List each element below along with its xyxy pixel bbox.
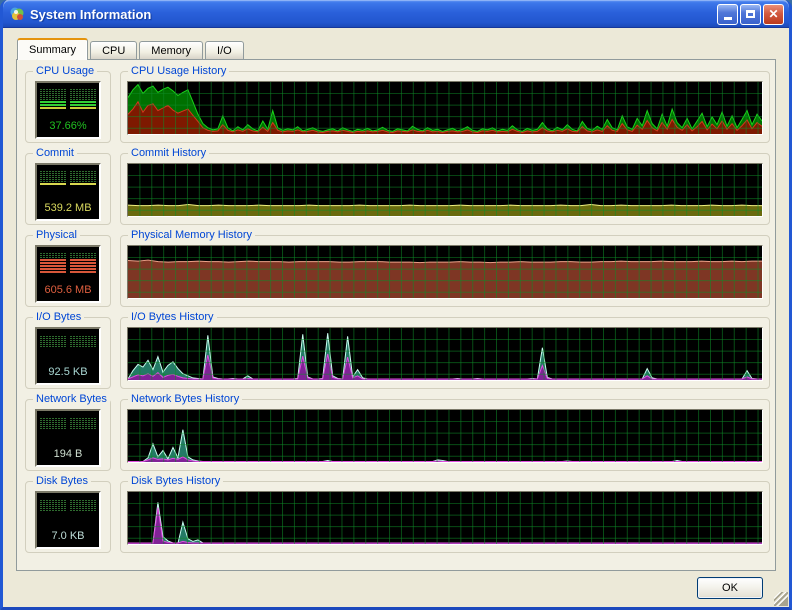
disk-bytes-label: Disk Bytes <box>33 475 91 487</box>
tab-cpu[interactable]: CPU <box>90 41 138 59</box>
commit-meter <box>40 171 96 191</box>
commit-history-label: Commit History <box>128 147 210 159</box>
io-bytes-meter <box>40 335 96 353</box>
commit-gauge: 539.2 MB <box>35 163 101 221</box>
network-history-label: Network Bytes History <box>128 393 243 405</box>
commit-row: Commit 539.2 MB Commit History <box>25 147 770 225</box>
physical-history-label: Physical Memory History <box>128 229 256 241</box>
tab-io[interactable]: I/O <box>205 41 244 59</box>
physical-groupbox: Physical 605.6 MB <box>25 229 111 307</box>
minimize-icon <box>723 16 732 20</box>
physical-value: 605.6 MB <box>44 284 92 296</box>
cpu-history-label: CPU Usage History <box>128 65 230 77</box>
cpu-usage-value: 37.66% <box>49 120 87 132</box>
close-button[interactable]: ✕ <box>763 3 784 25</box>
network-bytes-history-graph <box>127 409 763 463</box>
commit-label: Commit <box>33 147 77 159</box>
io-bytes-label: I/O Bytes <box>33 311 85 323</box>
maximize-icon <box>746 10 755 18</box>
minimize-button[interactable] <box>717 3 738 25</box>
network-history-groupbox: Network Bytes History <box>120 393 770 471</box>
physical-label: Physical <box>33 229 80 241</box>
summary-tab-page: CPU Usage 37.66% CPU Usage History Commi… <box>16 59 776 571</box>
title-bar[interactable]: System Information ✕ <box>3 0 789 28</box>
network-bytes-value: 194 B <box>53 448 83 460</box>
disk-history-groupbox: Disk Bytes History <box>120 475 770 553</box>
window-title: System Information <box>30 6 152 22</box>
physical-memory-history-graph <box>127 245 763 299</box>
tab-summary[interactable]: Summary <box>17 38 89 60</box>
close-icon: ✕ <box>768 7 779 21</box>
commit-history-graph <box>127 163 763 217</box>
io-bytes-value: 92.5 KB <box>48 366 88 378</box>
disk-bytes-gauge: 7.0 KB <box>35 491 101 549</box>
physical-history-groupbox: Physical Memory History <box>120 229 770 307</box>
io-history-label: I/O Bytes History <box>128 311 217 323</box>
io-bytes-history-graph <box>127 327 763 381</box>
io-bytes-gauge: 92.5 KB <box>35 327 101 385</box>
network-bytes-meter <box>40 417 96 435</box>
disk-row: Disk Bytes 7.0 KB Disk Bytes History <box>25 475 770 553</box>
cpu-history-groupbox: CPU Usage History <box>120 65 770 143</box>
system-information-window: System Information ✕ Summary CPU Memory … <box>0 0 792 610</box>
tab-bar: Summary CPU Memory I/O <box>3 28 789 60</box>
io-row: I/O Bytes 92.5 KB I/O Bytes History <box>25 311 770 389</box>
io-history-groupbox: I/O Bytes History <box>120 311 770 389</box>
cpu-usage-label: CPU Usage <box>33 65 98 77</box>
disk-bytes-history-graph <box>127 491 763 545</box>
physical-meter <box>40 253 96 279</box>
ok-button[interactable]: OK <box>697 577 763 599</box>
cpu-row: CPU Usage 37.66% CPU Usage History <box>25 65 770 143</box>
resize-grip[interactable] <box>774 592 788 606</box>
cpu-usage-gauge: 37.66% <box>35 81 101 139</box>
network-row: Network Bytes 194 B Network Bytes Histor… <box>25 393 770 471</box>
physical-row: Physical 605.6 MB Physical Memory Histor… <box>25 229 770 307</box>
disk-bytes-groupbox: Disk Bytes 7.0 KB <box>25 475 111 553</box>
physical-gauge: 605.6 MB <box>35 245 101 303</box>
disk-bytes-meter <box>40 499 96 517</box>
commit-groupbox: Commit 539.2 MB <box>25 147 111 225</box>
network-bytes-gauge: 194 B <box>35 409 101 467</box>
commit-value: 539.2 MB <box>44 202 92 214</box>
network-bytes-label: Network Bytes <box>33 393 110 405</box>
cpu-usage-groupbox: CPU Usage 37.66% <box>25 65 111 143</box>
maximize-button[interactable] <box>740 3 761 25</box>
disk-history-label: Disk Bytes History <box>128 475 224 487</box>
io-bytes-groupbox: I/O Bytes 92.5 KB <box>25 311 111 389</box>
app-icon <box>10 7 24 20</box>
disk-bytes-value: 7.0 KB <box>51 530 85 542</box>
dialog-footer: OK <box>3 571 789 607</box>
tab-memory[interactable]: Memory <box>139 41 204 59</box>
cpu-usage-meter <box>40 89 96 115</box>
network-bytes-groupbox: Network Bytes 194 B <box>25 393 111 471</box>
commit-history-groupbox: Commit History <box>120 147 770 225</box>
cpu-usage-history-graph <box>127 81 763 135</box>
